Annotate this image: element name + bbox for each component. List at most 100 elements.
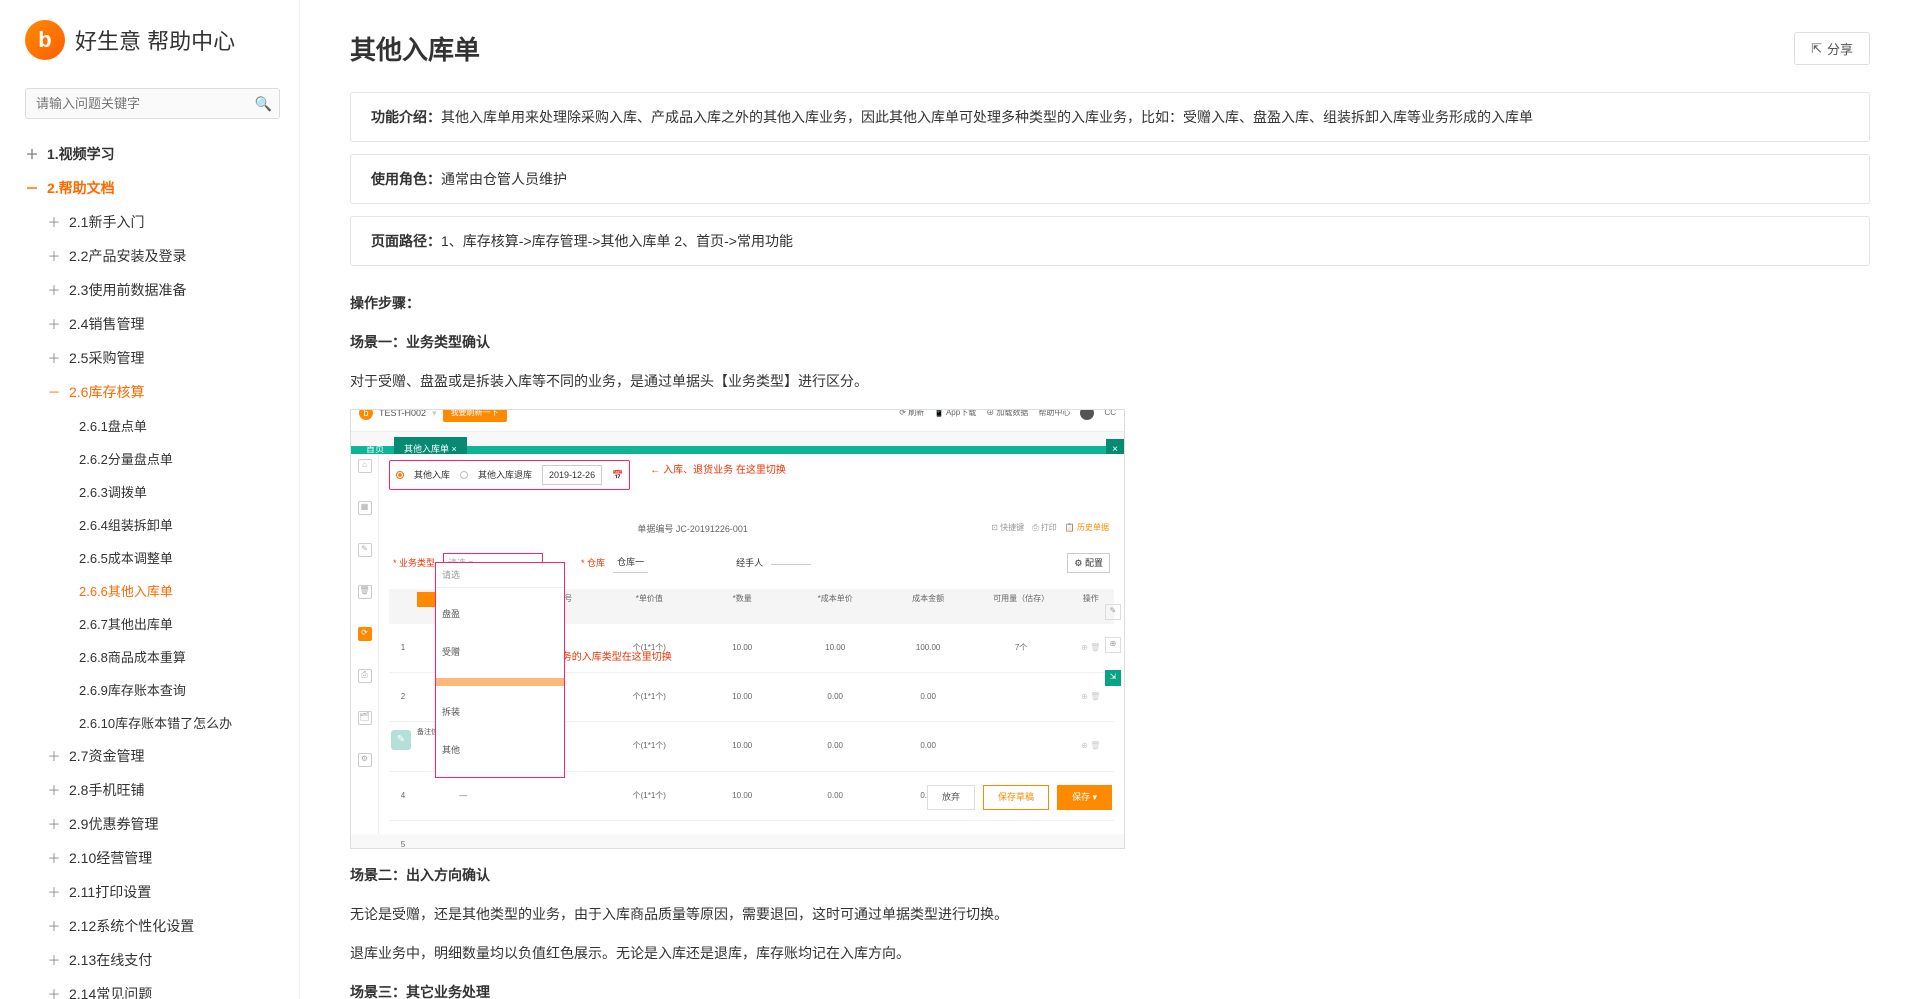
plus-icon: ＋ — [47, 351, 61, 365]
share-button[interactable]: ⇱分享 — [1794, 32, 1870, 65]
ss-tool-3: 📋 历史单据 — [1065, 521, 1109, 537]
nav-l2-9[interactable]: ＋ 2.9优惠券管理 — [25, 807, 299, 841]
ss-opt1: 其他入库 — [414, 467, 450, 483]
plus-icon: ＋ — [25, 147, 39, 161]
ss-right-toolbar: ✎ ⊕ ⇲ — [1105, 604, 1121, 700]
scene1-text: 对于受赠、盘盈或是拆装入库等不同的业务，是通过单据头【业务类型】进行区分。 — [350, 369, 1870, 394]
ss-rt-icon: ⇲ — [1105, 670, 1121, 686]
th: 可用量（估存） — [975, 592, 1068, 606]
plus-icon: ＋ — [47, 919, 61, 933]
nav-label: 2.11打印设置 — [69, 882, 151, 902]
nav-l3-3[interactable]: 2.6.3调拨单 — [25, 475, 299, 508]
scene2-line1: 无论是受赠，还是其他类型的业务，由于入库商品质量等原因，需要退回，这时可通过单据… — [350, 902, 1870, 927]
dd-item-selected — [436, 678, 564, 686]
dd-item: 拆装 — [436, 700, 564, 724]
nav-l2-10[interactable]: ＋2.10经营管理 — [25, 841, 299, 875]
nav-l2-12[interactable]: ＋ 2.12系统个性化设置 — [25, 909, 299, 943]
ss-dropdown: 请选 盘盈 受赠 拆装 其他 — [435, 562, 565, 778]
nav-label: 2.6.2分量盘点单 — [79, 449, 173, 468]
nav-l3-8[interactable]: 2.6.8商品成本重算 — [25, 640, 299, 673]
path-box: 页面路径：1、库存核算->库存管理->其他入库单 2、首页->常用功能 — [350, 216, 1870, 266]
nav-label: 2.6.6其他入库单 — [79, 581, 173, 600]
ss-side-icon: ✎ — [358, 543, 372, 557]
nav-l3-2[interactable]: 2.6.2分量盘点单 — [25, 442, 299, 475]
intro-text: 其他入库单用来处理除采购入库、产成品入库之外的其他入库业务，因此其他入库单可处理… — [441, 109, 1533, 125]
nav-label: 2.6.7其他出库单 — [79, 614, 173, 633]
nav-label: 2.12系统个性化设置 — [69, 916, 194, 936]
ss-annotation-1: ← 入库、退货业务 在这里切换 — [650, 462, 786, 480]
nav-l3-4[interactable]: 2.6.4组装拆卸单 — [25, 508, 299, 541]
ss-docrow: 单据编号 JC-20191226-001 ⊡ 快捷键 ⎙ 打印 📋 历史单据 — [389, 518, 1114, 537]
ss-topbar: b TEST-H002 ▾ 我要刷新一下 ⟳ 刷新 📱 App下载 ⊕ 加载数据… — [351, 410, 1124, 432]
ss-filter-lbl1: * 业务类型 — [393, 555, 435, 571]
ss-config: ⚙ 配置 — [1067, 553, 1110, 573]
ss-side-icon: ⌂ — [358, 459, 372, 473]
nav-l1-video[interactable]: ＋ 1.视频学习 — [25, 137, 299, 171]
th: *单价值 — [603, 592, 696, 606]
intro-box: 功能介绍：其他入库单用来处理除采购入库、产成品入库之外的其他入库业务，因此其他入… — [350, 92, 1870, 142]
search-icon[interactable]: 🔍 — [255, 95, 272, 112]
ss-side-icon: ⚙ — [358, 753, 372, 767]
ss-filter-lbl3: 经手人 — [736, 555, 763, 571]
th: 成本金额 — [882, 592, 975, 606]
plus-icon: ＋ — [47, 851, 61, 865]
nav-l3-6-active[interactable]: 2.6.6其他入库单 — [25, 574, 299, 607]
ss-rt-icon: ⊕ — [1105, 637, 1121, 653]
ss-refresh: ⟳ 刷新 — [899, 409, 924, 421]
ss-filter-v2: 仓库一 — [613, 553, 648, 572]
nav-label: 2.6.8商品成本重算 — [79, 647, 186, 666]
docnum-label: 单据编号 — [637, 524, 673, 534]
ss-btn-draft: 保存草稿 — [983, 785, 1049, 809]
ss-upgrade-btn: 我要刷新一下 — [443, 409, 507, 423]
nav-label: 2.9优惠券管理 — [69, 814, 158, 834]
plus-icon: ＋ — [47, 215, 61, 229]
nav-l2-14[interactable]: ＋2.14常见问题 — [25, 977, 299, 999]
search-input[interactable] — [25, 88, 280, 119]
logo-area: b 好生意 帮助中心 — [25, 20, 299, 78]
nav-l1-docs[interactable]: －2.帮助文档 — [25, 171, 299, 205]
nav-l3-7[interactable]: 2.6.7其他出库单 — [25, 607, 299, 640]
ss-tool-2: ⎙ 打印 — [1032, 521, 1057, 537]
docnum: JC-20191226-001 — [676, 524, 748, 534]
ss-appdownload: 📱 App下载 — [934, 409, 976, 421]
nav-l2-7[interactable]: ＋2.7资金管理 — [25, 739, 299, 773]
nav-l2-3[interactable]: ＋2.3使用前数据准备 — [25, 273, 299, 307]
plus-icon: ＋ — [47, 817, 61, 831]
plus-icon: ＋ — [47, 749, 61, 763]
nav-l2-5[interactable]: ＋2.5采购管理 — [25, 341, 299, 375]
nav-l2-2[interactable]: ＋2.2产品安装及登录 — [25, 239, 299, 273]
scene2-title: 场景二：出入方向确认 — [350, 863, 1870, 888]
ss-side-icon: 🗑 — [358, 585, 372, 599]
plus-icon: ＋ — [47, 953, 61, 967]
th: *成本单价 — [789, 592, 882, 606]
radio-icon — [396, 471, 404, 479]
nav-l3-9[interactable]: 2.6.9库存账本查询 — [25, 673, 299, 706]
radio-icon — [460, 471, 468, 479]
nav-l3-1[interactable]: 2.6.1盘点单 — [25, 409, 299, 442]
ss-filter-v3 — [771, 562, 811, 565]
nav-l2-1[interactable]: ＋ 2.1新手入门 — [25, 205, 299, 239]
nav-l2-13[interactable]: ＋2.13在线支付 — [25, 943, 299, 977]
nav-l2-4[interactable]: ＋2.4销售管理 — [25, 307, 299, 341]
plus-icon: ＋ — [47, 987, 61, 999]
steps-label: 操作步骤： — [350, 291, 1870, 316]
nav-label: 2.6.1盘点单 — [79, 416, 147, 435]
nav-label: 2.1新手入门 — [69, 212, 144, 232]
search-box: 🔍 — [25, 88, 280, 119]
nav-label: 2.4销售管理 — [69, 314, 144, 334]
nav-l3-10[interactable]: 2.6.10库存账本错了怎么办 — [25, 706, 299, 739]
nav-l3-5[interactable]: 2.6.5成本调整单 — [25, 541, 299, 574]
ss-filter-lbl2: * 仓库 — [581, 555, 605, 571]
plus-icon: ＋ — [47, 249, 61, 263]
dd-item: 盘盈 — [436, 602, 564, 626]
nav-l2-6[interactable]: －2.6库存核算 — [25, 375, 299, 409]
dd-item: 其他 — [436, 738, 564, 762]
nav-l2-11[interactable]: ＋2.11打印设置 — [25, 875, 299, 909]
nav-label: 2.3使用前数据准备 — [69, 280, 186, 300]
nav-l2-8[interactable]: ＋2.8手机旺铺 — [25, 773, 299, 807]
nav-label: 2.6.10库存账本错了怎么办 — [79, 713, 232, 732]
nav-label: 2.帮助文档 — [47, 178, 115, 198]
main-content: 其他入库单 ⇱分享 功能介绍：其他入库单用来处理除采购入库、产成品入库之外的其他… — [300, 0, 1920, 999]
dd-item: 受赠 — [436, 640, 564, 664]
nav-label: 1.视频学习 — [47, 144, 115, 164]
